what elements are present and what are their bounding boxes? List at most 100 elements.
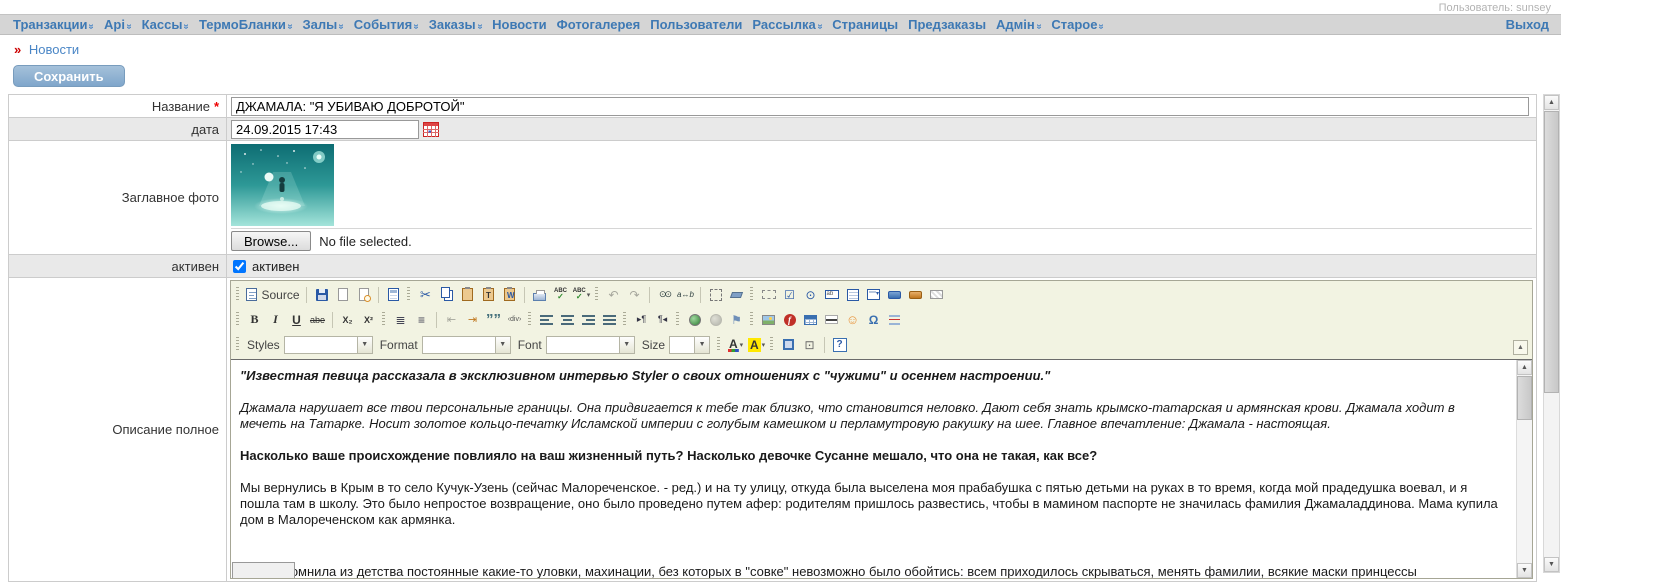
editor-scrollbar[interactable]: ▲ ▼: [1516, 360, 1532, 578]
nav-item-events[interactable]: События»: [354, 17, 422, 32]
page-scrollbar[interactable]: ▲ ▼: [1543, 94, 1560, 573]
editor-scroll-up-button[interactable]: ▲: [1517, 360, 1532, 375]
breadcrumb-link-news[interactable]: Новости: [29, 42, 79, 57]
link-icon[interactable]: [684, 310, 705, 330]
nav-item-orders[interactable]: Заказы»: [429, 17, 485, 32]
editor-content[interactable]: "Известная певица рассказала в эксклюзив…: [231, 359, 1532, 578]
text-field-icon[interactable]: ab: [821, 285, 842, 305]
table-icon[interactable]: [800, 310, 821, 330]
strikethrough-icon[interactable]: abe: [307, 310, 328, 330]
align-left-icon[interactable]: [536, 310, 557, 330]
bidi-rtl-icon[interactable]: ¶◂: [652, 310, 673, 330]
nav-item-mailing[interactable]: Рассылка»: [752, 17, 825, 32]
field-label-date: дата: [191, 121, 219, 137]
remove-format-icon[interactable]: [726, 285, 747, 305]
nav-item-users[interactable]: Пользователи: [650, 17, 742, 32]
nav-item-news[interactable]: Новости: [492, 17, 547, 32]
italic-icon[interactable]: I: [265, 310, 286, 330]
image-icon[interactable]: [758, 310, 779, 330]
decrease-indent-icon[interactable]: ⇤: [441, 310, 462, 330]
radio-field-icon[interactable]: ⊙: [800, 285, 821, 305]
browse-button[interactable]: Browse...: [231, 231, 312, 251]
nav-item-cash-desks[interactable]: Кассы»: [142, 17, 192, 32]
button-field-icon[interactable]: [884, 285, 905, 305]
special-character-icon[interactable]: Ω: [863, 310, 884, 330]
styles-combo[interactable]: ▼: [283, 335, 373, 354]
size-combo[interactable]: ▼: [669, 335, 711, 354]
background-color-icon[interactable]: A ▾: [746, 335, 767, 355]
editor-scroll-thumb[interactable]: [1517, 376, 1532, 420]
show-blocks-icon[interactable]: ⊡: [799, 335, 820, 355]
paste-icon[interactable]: [457, 285, 478, 305]
date-input[interactable]: [231, 119, 419, 139]
blockquote-icon[interactable]: ””: [483, 310, 504, 330]
source-button[interactable]: Source: [244, 285, 302, 305]
subscript-icon[interactable]: X₂: [337, 310, 358, 330]
scayt-icon[interactable]: ABC ✓ ▾: [571, 285, 592, 305]
page-break-icon[interactable]: [884, 310, 905, 330]
checkbox-field-icon[interactable]: ☑: [779, 285, 800, 305]
anchor-icon[interactable]: ⚑: [726, 310, 747, 330]
bulleted-list-icon[interactable]: ≡: [411, 310, 432, 330]
nav-logout[interactable]: Выход: [1506, 17, 1549, 32]
save-icon[interactable]: [311, 285, 332, 305]
undo-icon[interactable]: ↶: [603, 285, 624, 305]
increase-indent-icon[interactable]: ⇥: [462, 310, 483, 330]
flash-icon[interactable]: f: [779, 310, 800, 330]
select-field-icon[interactable]: [863, 285, 884, 305]
page-scroll-up-button[interactable]: ▲: [1544, 95, 1559, 110]
unlink-icon[interactable]: [705, 310, 726, 330]
select-all-icon[interactable]: [705, 285, 726, 305]
div-container-icon[interactable]: ‹div›: [504, 310, 525, 330]
title-input[interactable]: [231, 96, 1529, 116]
text-color-icon[interactable]: A ▾: [725, 335, 746, 355]
format-combo[interactable]: ▼: [421, 335, 511, 354]
underline-icon[interactable]: U: [286, 310, 307, 330]
paste-plain-text-icon[interactable]: [478, 285, 499, 305]
image-button-field-icon[interactable]: [905, 285, 926, 305]
nav-item-api[interactable]: Api»: [104, 17, 134, 32]
superscript-icon[interactable]: X²: [358, 310, 379, 330]
page-scroll-down-button[interactable]: ▼: [1544, 557, 1559, 572]
font-combo[interactable]: ▼: [545, 335, 635, 354]
cut-icon[interactable]: ✂: [415, 285, 436, 305]
about-icon[interactable]: ?: [829, 335, 850, 355]
toolbar-collapse-button[interactable]: ▲: [1513, 340, 1528, 355]
nav-item-halls[interactable]: Залы»: [302, 17, 346, 32]
new-page-icon[interactable]: [332, 285, 353, 305]
nav-item-thermo-blanks[interactable]: ТермоБланки»: [199, 17, 295, 32]
preview-icon[interactable]: [353, 285, 374, 305]
align-center-icon[interactable]: [557, 310, 578, 330]
calendar-icon[interactable]: [423, 121, 439, 137]
nav-item-old[interactable]: Старое»: [1051, 17, 1106, 32]
editor-scroll-down-button[interactable]: ▼: [1517, 563, 1532, 578]
find-icon[interactable]: ⊙⊙: [654, 285, 675, 305]
textarea-field-icon[interactable]: [842, 285, 863, 305]
hidden-field-icon[interactable]: [926, 285, 947, 305]
justify-icon[interactable]: [599, 310, 620, 330]
redo-icon[interactable]: ↷: [624, 285, 645, 305]
templates-icon[interactable]: [383, 285, 404, 305]
page-scroll-thumb[interactable]: [1544, 111, 1559, 393]
save-button[interactable]: Сохранить: [13, 65, 125, 87]
maximize-icon[interactable]: [778, 335, 799, 355]
form-field-icon[interactable]: [758, 285, 779, 305]
align-right-icon[interactable]: [578, 310, 599, 330]
paste-from-word-icon[interactable]: [499, 285, 520, 305]
print-icon[interactable]: [529, 285, 550, 305]
spell-check-icon[interactable]: ABC ✓: [550, 285, 571, 305]
replace-icon[interactable]: a↔b: [675, 285, 696, 305]
numbered-list-icon[interactable]: ≣: [390, 310, 411, 330]
nav-item-pages[interactable]: Страницы: [832, 17, 898, 32]
horizontal-rule-icon[interactable]: [821, 310, 842, 330]
smiley-icon[interactable]: ☺: [842, 310, 863, 330]
news-edit-form: Название * дата: [8, 94, 1561, 582]
nav-item-preorders[interactable]: Предзаказы: [908, 17, 986, 32]
nav-item-admin[interactable]: Адмін»: [996, 17, 1044, 32]
active-checkbox[interactable]: [233, 259, 246, 273]
copy-icon[interactable]: [436, 285, 457, 305]
nav-item-photo-gallery[interactable]: Фотогалерея: [557, 17, 641, 32]
bold-icon[interactable]: B: [244, 310, 265, 330]
bidi-ltr-icon[interactable]: ▸¶: [631, 310, 652, 330]
nav-item-transactions[interactable]: Транзакции»: [13, 17, 97, 32]
